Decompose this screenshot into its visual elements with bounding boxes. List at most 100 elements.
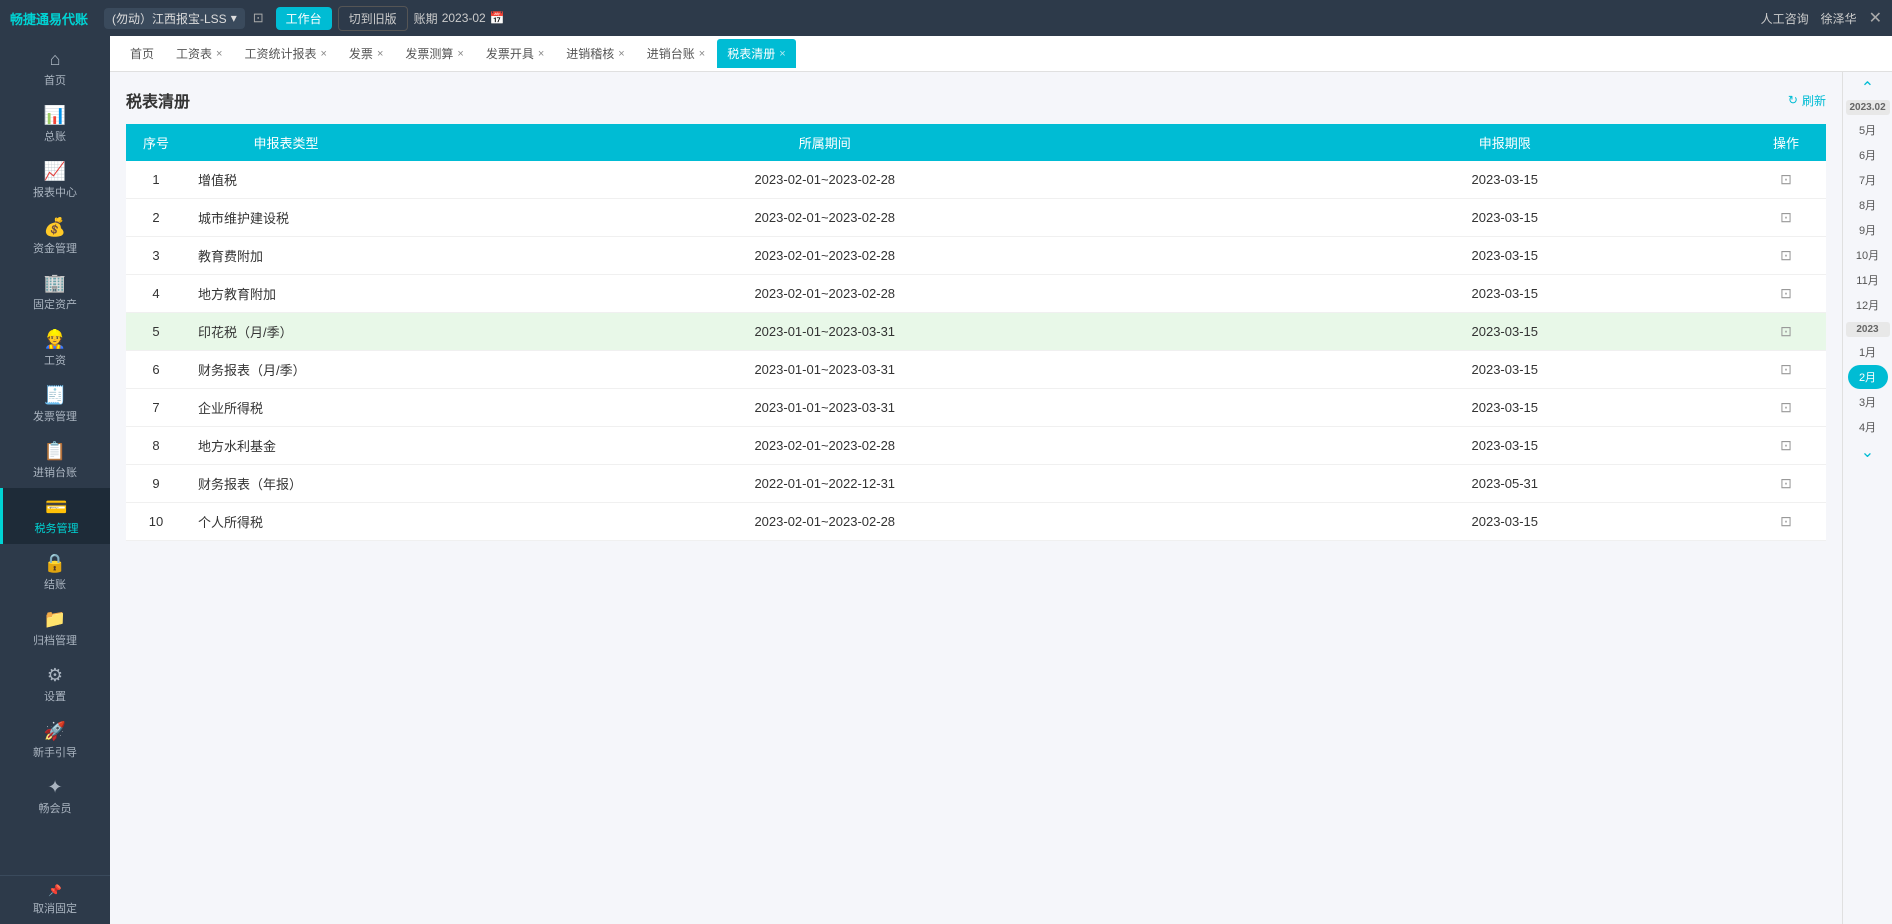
period-month-prev-8月[interactable]: 8月 [1848, 193, 1888, 217]
calendar-icon[interactable]: 📅 [490, 11, 505, 25]
period-up-chevron[interactable]: ⌃ [1856, 76, 1880, 100]
cell-action[interactable]: ⊡ [1746, 313, 1826, 351]
tab-tax-return[interactable]: 税表清册 × [717, 39, 795, 68]
tab-close-invoice[interactable]: × [377, 48, 383, 60]
period-month-2023-4月[interactable]: 4月 [1848, 415, 1888, 439]
period-month-prev-5月[interactable]: 5月 [1848, 118, 1888, 142]
tab-invoice[interactable]: 发票× [339, 39, 393, 68]
action-icon-9[interactable]: ⊡ [1780, 513, 1792, 529]
table-row: 4 地方教育附加 2023-02-01~2023-02-28 2023-03-1… [126, 275, 1826, 313]
sidebar-item-reports[interactable]: 📈 报表中心 [0, 152, 110, 208]
user-service[interactable]: 人工咨询 [1761, 10, 1809, 27]
sidebar-item-tax[interactable]: 💳 税务管理 [0, 488, 110, 544]
app-logo: 畅捷通易代账 [10, 9, 88, 28]
sidebar-item-payroll[interactable]: 👷 工资 [0, 320, 110, 376]
tax-table: 序号申报表类型所属期间申报期限操作 1 增值税 2023-02-01~2023-… [126, 124, 1826, 541]
cell-action[interactable]: ⊡ [1746, 503, 1826, 541]
tab-close-purchase-check[interactable]: × [618, 48, 624, 60]
cell-action[interactable]: ⊡ [1746, 351, 1826, 389]
cell-deadline: 2023-03-15 [1264, 503, 1747, 541]
workspace-button[interactable]: 工作台 [276, 7, 332, 30]
old-mode-button[interactable]: 切到旧版 [338, 6, 408, 31]
cell-period: 2022-01-01~2022-12-31 [386, 465, 1264, 503]
cell-action[interactable]: ⊡ [1746, 465, 1826, 503]
sidebar-icon-tax: 💳 [45, 498, 67, 516]
action-icon-6[interactable]: ⊡ [1780, 399, 1792, 415]
cell-deadline: 2023-03-15 [1264, 389, 1747, 427]
sidebar-item-closing[interactable]: 🔒 结账 [0, 544, 110, 600]
tab-invoice-open[interactable]: 发票开具× [476, 39, 554, 68]
table-row: 9 财务报表（年报） 2022-01-01~2022-12-31 2023-05… [126, 465, 1826, 503]
cell-no: 9 [126, 465, 186, 503]
period-month-prev-6月[interactable]: 6月 [1848, 143, 1888, 167]
tab-label-purchase-check: 进销稽核 [566, 45, 614, 62]
tab-close-payroll-stats[interactable]: × [320, 48, 326, 60]
company-selector[interactable]: (勿动）江西报宝-LSS ▾ [104, 8, 245, 29]
action-icon-2[interactable]: ⊡ [1780, 247, 1792, 263]
cell-action[interactable]: ⊡ [1746, 237, 1826, 275]
sidebar-item-archive[interactable]: 📁 归档管理 [0, 600, 110, 656]
sidebar-item-vip[interactable]: ✦ 畅会员 [0, 768, 110, 824]
action-icon-4[interactable]: ⊡ [1780, 323, 1792, 339]
period-month-prev-11月[interactable]: 11月 [1848, 268, 1888, 292]
tab-home[interactable]: 首页 [120, 39, 164, 68]
table-row: 1 增值税 2023-02-01~2023-02-28 2023-03-15 ⊡ [126, 161, 1826, 199]
sidebar-icon-purchase-sales: 📋 [44, 442, 66, 460]
action-icon-7[interactable]: ⊡ [1780, 437, 1792, 453]
tab-purchase-check[interactable]: 进销稽核 × [556, 39, 634, 68]
sidebar-item-funds[interactable]: 💰 资金管理 [0, 208, 110, 264]
close-button[interactable]: ✕ [1869, 8, 1882, 28]
copy-icon[interactable]: ⊡ [253, 10, 264, 26]
cell-deadline: 2023-03-15 [1264, 275, 1747, 313]
sidebar-item-home[interactable]: ⌂ 首页 [0, 40, 110, 96]
sidebar-item-invoice[interactable]: 🧾 发票管理 [0, 376, 110, 432]
company-dropdown-icon: ▾ [231, 11, 237, 25]
action-icon-3[interactable]: ⊡ [1780, 285, 1792, 301]
cell-action[interactable]: ⊡ [1746, 199, 1826, 237]
action-icon-0[interactable]: ⊡ [1780, 171, 1792, 187]
pin-icon: 📌 [48, 884, 62, 897]
tab-close-purchase-ledger[interactable]: × [699, 48, 705, 60]
period-month-prev-7月[interactable]: 7月 [1848, 168, 1888, 192]
cell-action[interactable]: ⊡ [1746, 389, 1826, 427]
period-month-prev-10月[interactable]: 10月 [1848, 243, 1888, 267]
period-month-2023-2月[interactable]: 2月 [1848, 365, 1888, 389]
sidebar-item-settings[interactable]: ⚙ 设置 [0, 656, 110, 712]
sidebar-item-ledger[interactable]: 📊 总账 [0, 96, 110, 152]
action-icon-8[interactable]: ⊡ [1780, 475, 1792, 491]
table-row: 3 教育费附加 2023-02-01~2023-02-28 2023-03-15… [126, 237, 1826, 275]
tab-close-invoice-calc[interactable]: × [457, 48, 463, 60]
period-month-prev-9月[interactable]: 9月 [1848, 218, 1888, 242]
sidebar-bottom-action[interactable]: 📌 取消固定 [0, 875, 110, 924]
period-month-prev-12月[interactable]: 12月 [1848, 293, 1888, 317]
tab-close-tax-return[interactable]: × [779, 48, 785, 60]
tab-close-invoice-open[interactable]: × [538, 48, 544, 60]
tab-payroll-stats[interactable]: 工资统计报表× [234, 39, 336, 68]
period-month-2023-3月[interactable]: 3月 [1848, 390, 1888, 414]
cell-no: 7 [126, 389, 186, 427]
period-down-chevron[interactable]: ⌄ [1856, 440, 1880, 464]
cell-action[interactable]: ⊡ [1746, 275, 1826, 313]
refresh-button[interactable]: ↻ 刷新 [1788, 92, 1826, 109]
cell-no: 4 [126, 275, 186, 313]
company-name: (勿动）江西报宝-LSS [112, 10, 227, 27]
tab-payroll[interactable]: 工资表× [166, 39, 232, 68]
period-month-2023-1月[interactable]: 1月 [1848, 340, 1888, 364]
action-icon-1[interactable]: ⊡ [1780, 209, 1792, 225]
cell-action[interactable]: ⊡ [1746, 161, 1826, 199]
tab-close-payroll[interactable]: × [216, 48, 222, 60]
tab-purchase-ledger[interactable]: 进销台账× [637, 39, 715, 68]
sidebar-item-fixed-assets[interactable]: 🏢 固定资产 [0, 264, 110, 320]
action-icon-5[interactable]: ⊡ [1780, 361, 1792, 377]
cell-deadline: 2023-03-15 [1264, 237, 1747, 275]
sidebar-item-purchase-sales[interactable]: 📋 进销台账 [0, 432, 110, 488]
sidebar-icon-archive: 📁 [44, 610, 66, 628]
main-layout: ⌂ 首页 📊 总账 📈 报表中心 💰 资金管理 🏢 固定资产 👷 工资 🧾 发票… [0, 36, 1892, 924]
sidebar-icon-settings: ⚙ [47, 666, 63, 684]
tab-invoice-calc[interactable]: 发票测算× [395, 39, 473, 68]
cell-action[interactable]: ⊡ [1746, 427, 1826, 465]
sidebar-item-guide[interactable]: 🚀 新手引导 [0, 712, 110, 768]
tab-label-tax-return: 税表清册 [727, 45, 775, 62]
sidebar-label-settings: 设置 [44, 688, 66, 704]
username[interactable]: 徐泽华 [1821, 10, 1857, 27]
